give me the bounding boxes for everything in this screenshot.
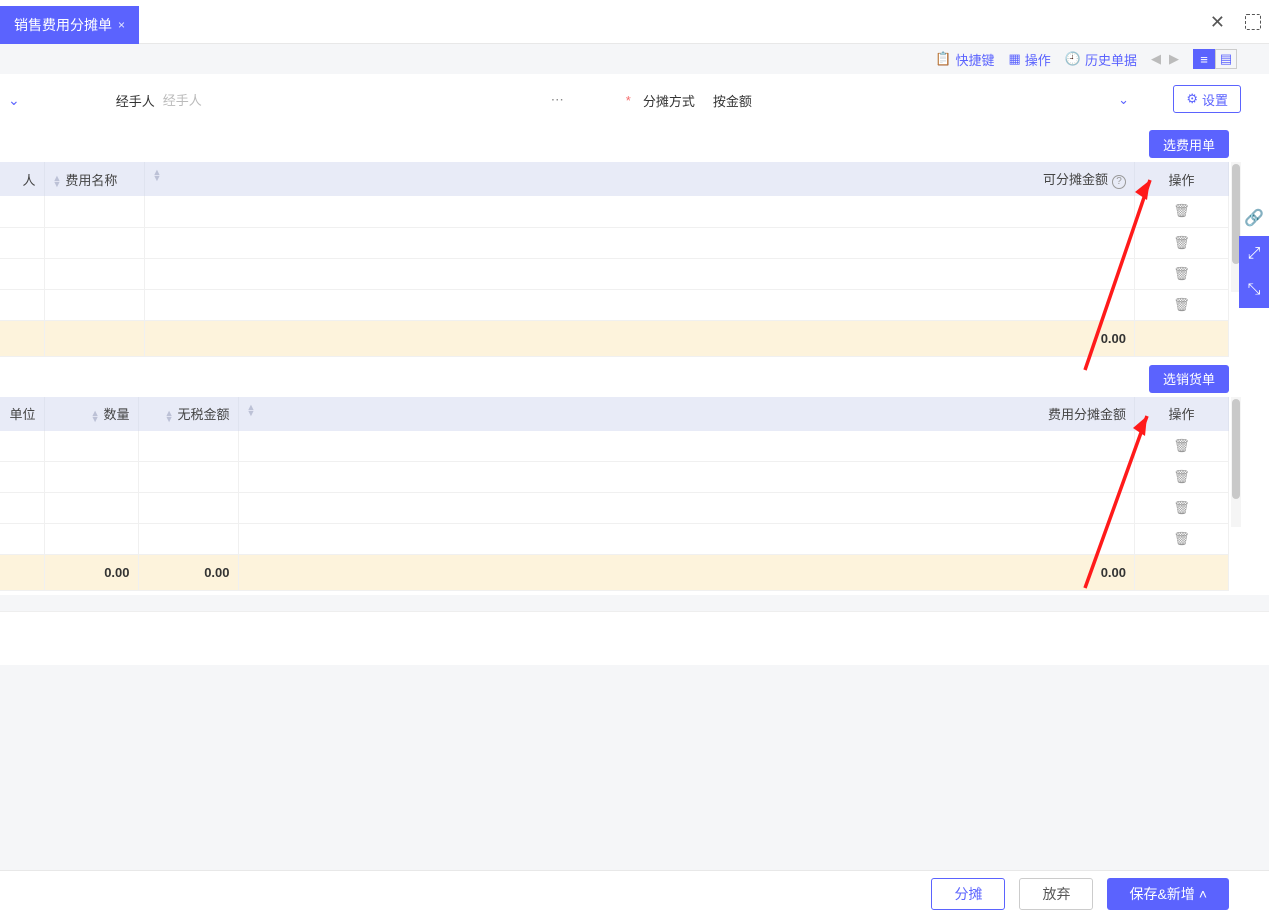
view-mode-switch: ≡ ▤	[1193, 49, 1237, 69]
shortcut-label: 快捷键	[955, 50, 994, 69]
handler-label: 经手人	[116, 91, 155, 110]
close-icon[interactable]: ✕	[1204, 12, 1231, 33]
expand-icon[interactable]: ⤢	[1239, 236, 1269, 272]
col-allocatable-amount[interactable]: ▲▼可分摊金额?	[144, 162, 1135, 196]
total-allocatable: 0.00	[144, 320, 1135, 356]
col-person[interactable]: 人	[0, 162, 44, 196]
total-alloc: 0.00	[238, 555, 1135, 591]
page-toolbar: 📋 快捷键 ▦ 操作 🕘 历史单据 ◀ ▶ ≡ ▤	[0, 44, 1269, 74]
trash-icon[interactable]: 🗑	[1173, 235, 1190, 250]
expand-icon-2[interactable]: ⤡	[1239, 272, 1269, 308]
col-allocation-amount[interactable]: ▲▼费用分摊金额	[238, 397, 1135, 431]
chevron-down-icon[interactable]: ⌄	[0, 92, 28, 109]
col-qty[interactable]: ▲▼数量	[44, 397, 138, 431]
trash-icon[interactable]: 🗑	[1173, 438, 1190, 453]
select-sales-bill-button[interactable]: 选销货单	[1149, 365, 1229, 393]
prev-record-icon[interactable]: ◀	[1151, 51, 1161, 67]
expense-table: 人 ▲▼费用名称 ▲▼可分摊金额? 操作 🗑 🗑 🗑 🗑 0.00	[0, 162, 1229, 357]
table-row[interactable]: 🗑	[0, 227, 1229, 258]
footer-actions: 分摊 放弃 保存&新增 ˄	[0, 870, 1269, 916]
tab-sales-expense-alloc[interactable]: 销售费用分摊单 ×	[0, 6, 139, 44]
history-icon: 🕘	[1065, 51, 1081, 67]
help-icon[interactable]: ?	[1112, 175, 1126, 189]
save-and-new-button[interactable]: 保存&新增 ˄	[1107, 878, 1229, 910]
notes-area	[0, 611, 1269, 665]
settings-button[interactable]: ⚙ 设置	[1173, 85, 1241, 113]
chevron-up-icon: ˄	[1199, 886, 1207, 902]
history-button[interactable]: 🕘 历史单据	[1065, 50, 1137, 69]
form-header: ⌄ 经手人 ⋯ * 分摊方式 按金额 ⌄ ⚙ 设置	[0, 74, 1269, 126]
settings-label: 设置	[1202, 90, 1228, 109]
history-label: 历史单据	[1085, 50, 1137, 69]
trash-icon[interactable]: 🗑	[1173, 531, 1190, 546]
table-row[interactable]: 🗑	[0, 196, 1229, 227]
table-row[interactable]: 🗑	[0, 462, 1229, 493]
trash-icon[interactable]: 🗑	[1173, 500, 1190, 515]
save-new-label: 保存&新增	[1129, 884, 1194, 904]
table-row[interactable]: 🗑	[0, 524, 1229, 555]
col-expense-name[interactable]: ▲▼费用名称	[44, 162, 144, 196]
side-rail: 🔗 ⤢ ⤡	[1239, 200, 1269, 308]
next-record-icon[interactable]: ▶	[1169, 51, 1179, 67]
clipboard-icon: 📋	[935, 51, 951, 67]
tab-bar: 销售费用分摊单 × ✕	[0, 0, 1269, 44]
view-list-icon[interactable]: ≡	[1193, 49, 1215, 69]
select-expense-bill-button[interactable]: 选费用单	[1149, 130, 1229, 158]
handler-input[interactable]	[163, 93, 543, 108]
view-card-icon[interactable]: ▤	[1215, 49, 1237, 69]
expense-bill-section: 选费用单 人 ▲▼费用名称 ▲▼可分摊金额? 操作 🗑 🗑 🗑 🗑 0.00	[0, 126, 1269, 361]
trash-icon[interactable]: 🗑	[1173, 297, 1190, 312]
alloc-method-chevron-icon[interactable]: ⌄	[1118, 92, 1129, 108]
table-row[interactable]: 🗑	[0, 493, 1229, 524]
col-operation: 操作	[1135, 397, 1229, 431]
alloc-method-label: 分摊方式	[643, 91, 695, 110]
action-button[interactable]: ▦ 操作	[1008, 50, 1050, 69]
sales-bill-section: 选销货单 单位 ▲▼数量 ▲▼无税金额 ▲▼费用分摊金额 操作 🗑 🗑 🗑 🗑 …	[0, 361, 1269, 596]
col-unit[interactable]: 单位	[0, 397, 44, 431]
col-notax-amount[interactable]: ▲▼无税金额	[138, 397, 238, 431]
allocate-button[interactable]: 分摊	[931, 878, 1005, 910]
discard-button[interactable]: 放弃	[1019, 878, 1093, 910]
shortcut-button[interactable]: 📋 快捷键	[935, 50, 994, 69]
handler-field: 经手人 ⋯	[116, 91, 566, 110]
sales-table: 单位 ▲▼数量 ▲▼无税金额 ▲▼费用分摊金额 操作 🗑 🗑 🗑 🗑 0.00 …	[0, 397, 1229, 592]
record-nav: ◀ ▶	[1151, 51, 1179, 67]
table-row[interactable]: 🗑	[0, 289, 1229, 320]
gear-icon: ⚙	[1186, 91, 1198, 107]
attachment-icon[interactable]: 🔗	[1239, 200, 1269, 236]
action-label: 操作	[1025, 50, 1051, 69]
grid-icon: ▦	[1008, 51, 1020, 67]
trash-icon[interactable]: 🗑	[1173, 469, 1190, 484]
tab-close-icon[interactable]: ×	[118, 18, 125, 32]
table-total-row: 0.00	[0, 320, 1229, 356]
handler-more-icon[interactable]: ⋯	[551, 92, 566, 108]
alloc-method-value[interactable]: 按金额	[713, 91, 752, 110]
alloc-method-field: * 分摊方式 按金额	[626, 91, 752, 110]
table-row[interactable]: 🗑	[0, 431, 1229, 462]
total-qty: 0.00	[44, 555, 138, 591]
required-mark: *	[626, 93, 631, 108]
table-row[interactable]: 🗑	[0, 258, 1229, 289]
trash-icon[interactable]: 🗑	[1173, 266, 1190, 281]
table-total-row: 0.00 0.00 0.00	[0, 555, 1229, 591]
tab-title: 销售费用分摊单	[14, 15, 112, 35]
col-operation: 操作	[1135, 162, 1229, 196]
trash-icon[interactable]: 🗑	[1173, 203, 1190, 218]
fullscreen-icon[interactable]	[1245, 14, 1261, 30]
total-notax: 0.00	[138, 555, 238, 591]
